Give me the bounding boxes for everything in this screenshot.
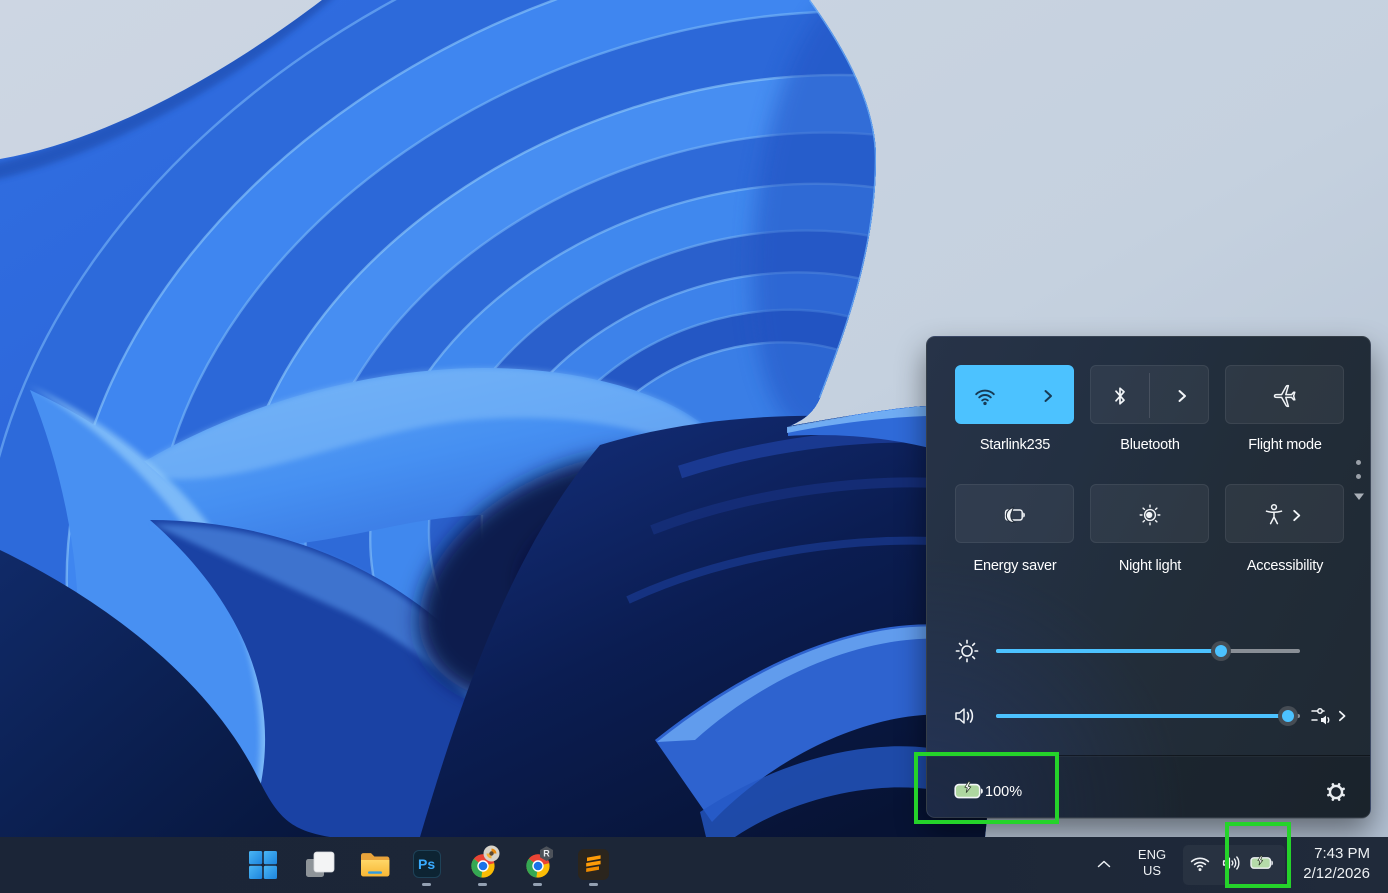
svg-text:R: R bbox=[543, 849, 550, 859]
